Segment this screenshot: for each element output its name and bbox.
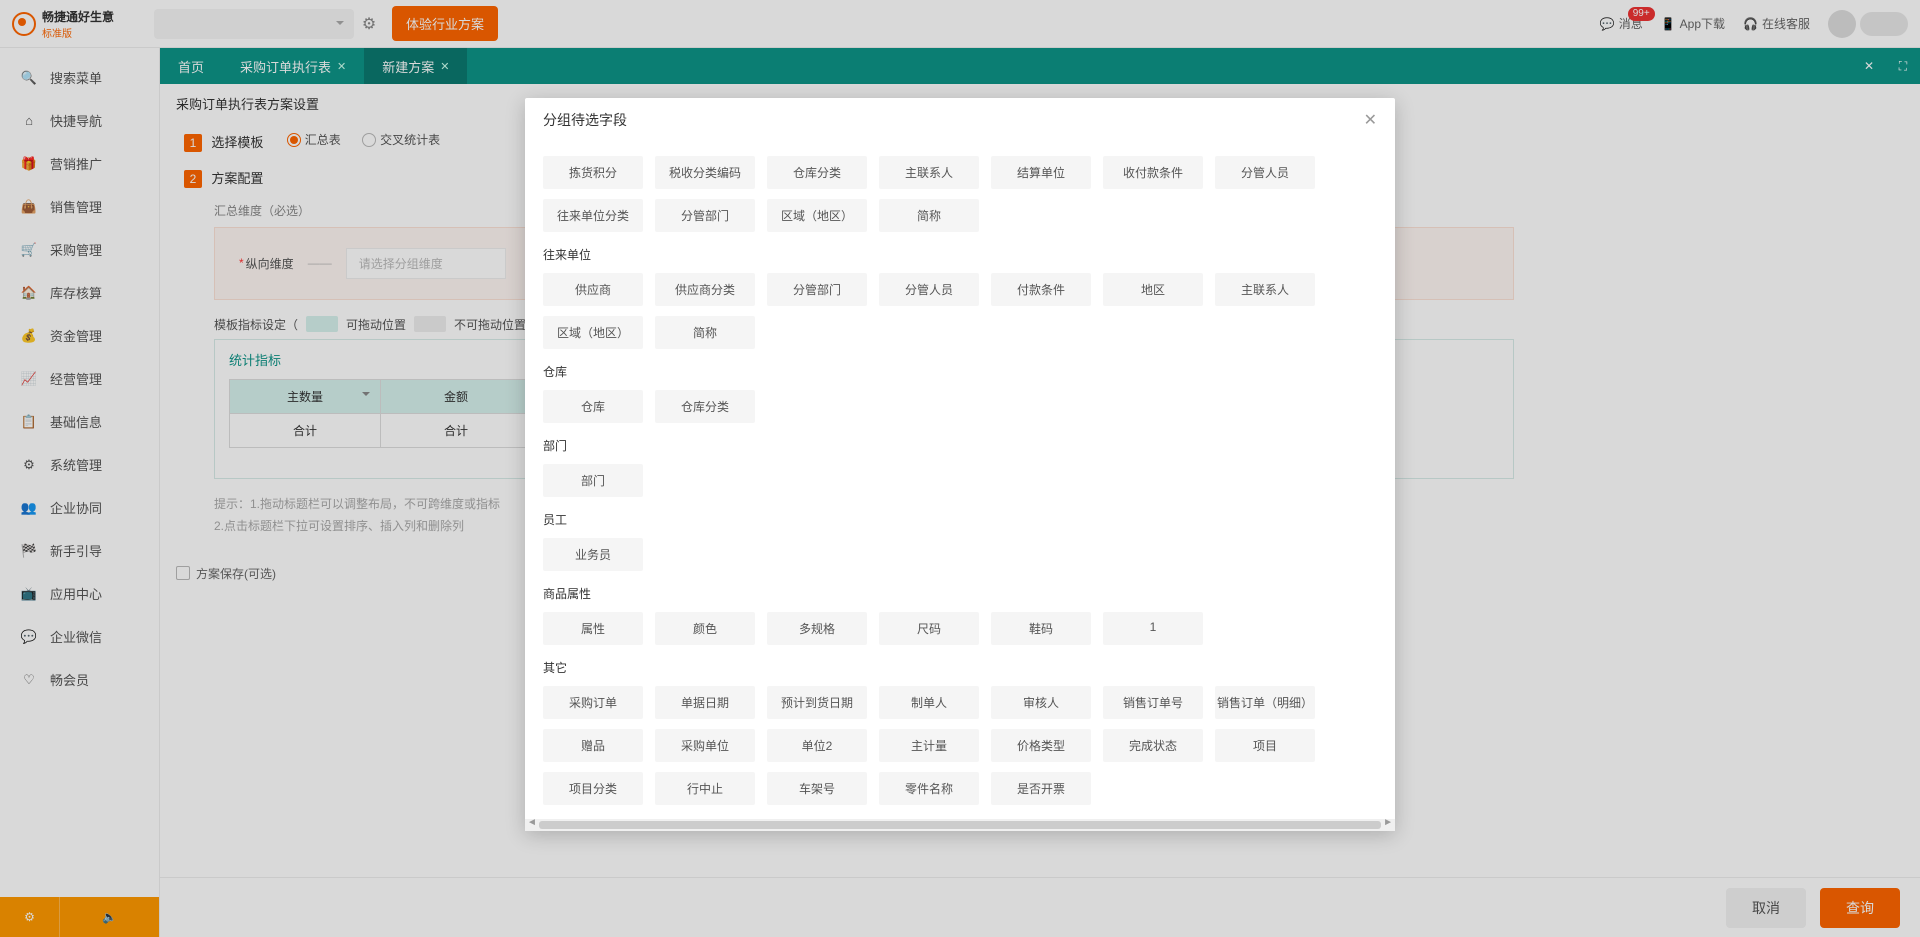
field-chip[interactable]: 付款条件 [991,273,1091,306]
field-chip[interactable]: 销售订单（明细） [1215,686,1315,719]
field-chip[interactable]: 主联系人 [1215,273,1315,306]
field-chip[interactable]: 仓库分类 [767,156,867,189]
field-chip[interactable]: 往来单位分类 [543,199,643,232]
field-chip[interactable]: 税收分类编码 [655,156,755,189]
field-chip[interactable]: 制单人 [879,686,979,719]
field-chip[interactable]: 简称 [655,316,755,349]
field-chip[interactable]: 拣货积分 [543,156,643,189]
field-chip[interactable]: 分管人员 [879,273,979,306]
modal-body[interactable]: 拣货积分税收分类编码仓库分类主联系人结算单位收付款条件分管人员往来单位分类分管部… [525,142,1395,815]
field-chip[interactable]: 地区 [1103,273,1203,306]
field-chip[interactable]: 价格类型 [991,729,1091,762]
field-group-title: 商品属性 [543,585,1391,602]
field-group: 往来单位供应商供应商分类分管部门分管人员付款条件地区主联系人区域（地区） 简称 [543,246,1391,349]
field-chip[interactable]: 项目分类 [543,772,643,805]
field-chip[interactable]: 区域（地区） [543,316,643,349]
field-chip[interactable]: 仓库 [543,390,643,423]
field-chip[interactable]: 分管人员 [1215,156,1315,189]
field-chip[interactable]: 赠品 [543,729,643,762]
field-group-title: 仓库 [543,363,1391,380]
field-chip[interactable]: 预计到货日期 [767,686,867,719]
modal-close-button[interactable]: ✕ [1364,110,1377,130]
field-group-title: 往来单位 [543,246,1391,263]
field-chip[interactable]: 采购单位 [655,729,755,762]
field-chip[interactable]: 1 [1103,612,1203,645]
field-chip[interactable]: 仓库分类 [655,390,755,423]
modal-header: 分组待选字段 ✕ [525,98,1395,142]
field-chip[interactable]: 分管部门 [767,273,867,306]
field-chip[interactable]: 鞋码 [991,612,1091,645]
field-chip[interactable]: 尺码 [879,612,979,645]
group-field-modal: 分组待选字段 ✕ 拣货积分税收分类编码仓库分类主联系人结算单位收付款条件分管人员… [525,98,1395,831]
field-chip[interactable]: 颜色 [655,612,755,645]
field-chip[interactable]: 属性 [543,612,643,645]
field-group: 商品属性属性颜色多规格尺码鞋码 1 [543,585,1391,645]
modal-title: 分组待选字段 [543,110,627,130]
field-chip[interactable]: 结算单位 [991,156,1091,189]
field-chip[interactable]: 业务员 [543,538,643,571]
field-chip[interactable]: 项目 [1215,729,1315,762]
field-chip[interactable]: 简称 [879,199,979,232]
field-chip[interactable]: 车架号 [767,772,867,805]
field-chip[interactable]: 供应商 [543,273,643,306]
modal-horizontal-scrollbar[interactable] [525,819,1395,831]
field-chip[interactable]: 主计量 [879,729,979,762]
field-group-title: 其它 [543,659,1391,676]
field-chip[interactable]: 零件名称 [879,772,979,805]
field-chip[interactable]: 单位2 [767,729,867,762]
field-chip[interactable]: 审核人 [991,686,1091,719]
field-chip[interactable]: 主联系人 [879,156,979,189]
field-chip[interactable]: 销售订单号 [1103,686,1203,719]
field-chip[interactable]: 完成状态 [1103,729,1203,762]
field-chip[interactable]: 供应商分类 [655,273,755,306]
field-group-title: 部门 [543,437,1391,454]
field-chip[interactable]: 行中止 [655,772,755,805]
field-chip[interactable]: 多规格 [767,612,867,645]
field-group-title: 员工 [543,511,1391,528]
field-chip[interactable]: 区域（地区） [767,199,867,232]
field-chip[interactable]: 部门 [543,464,643,497]
field-group: 仓库仓库仓库分类 [543,363,1391,423]
field-chip[interactable]: 是否开票 [991,772,1091,805]
field-group: 其它采购订单单据日期预计到货日期制单人审核人销售订单号销售订单（明细） 赠品采购单… [543,659,1391,805]
field-group: 拣货积分税收分类编码仓库分类主联系人结算单位收付款条件分管人员往来单位分类分管部… [543,156,1391,232]
field-chip[interactable]: 单据日期 [655,686,755,719]
field-group: 员工业务员 [543,511,1391,571]
field-chip[interactable]: 收付款条件 [1103,156,1203,189]
field-group: 部门部门 [543,437,1391,497]
field-chip[interactable]: 采购订单 [543,686,643,719]
field-chip[interactable]: 分管部门 [655,199,755,232]
